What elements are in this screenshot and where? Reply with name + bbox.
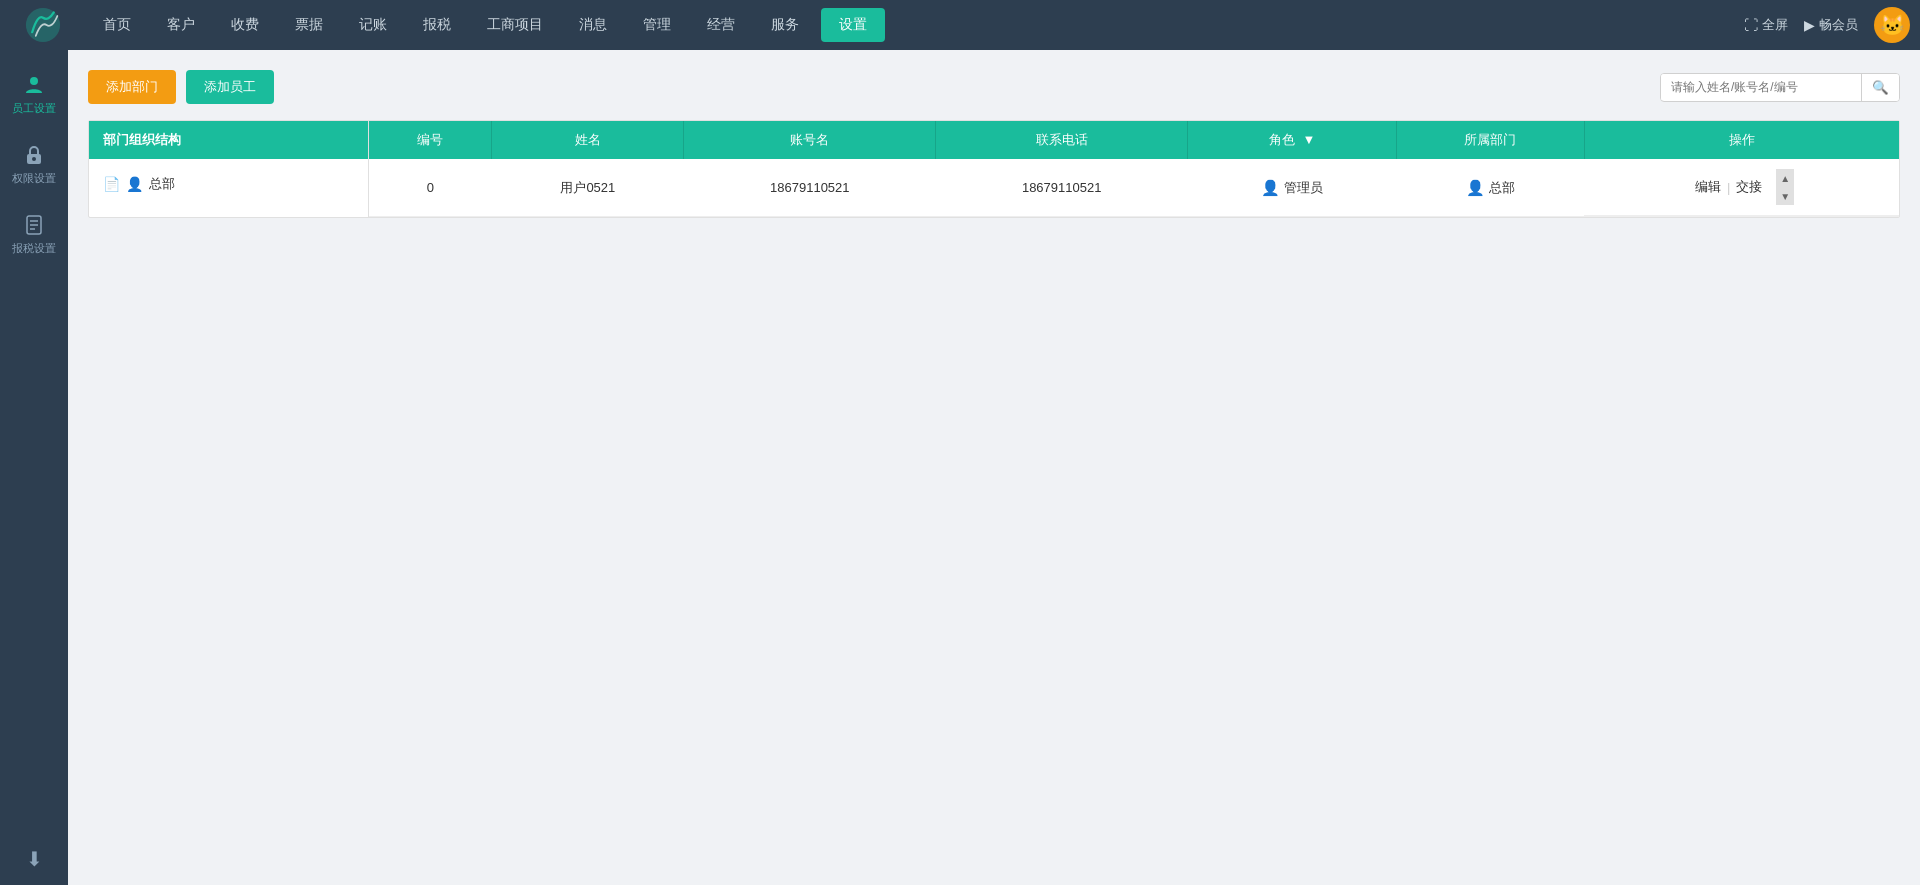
nav-fees[interactable]: 收费 <box>213 0 277 50</box>
nav-operation[interactable]: 经营 <box>689 0 753 50</box>
scroll-up-btn[interactable]: ▲ <box>1776 169 1794 187</box>
nav-accounting[interactable]: 记账 <box>341 0 405 50</box>
report-icon <box>23 214 45 236</box>
avatar[interactable]: 🐱 <box>1874 7 1910 43</box>
scroll-arrows: ▲ ▼ <box>1776 169 1794 205</box>
sidebar-item-taxsettings[interactable]: 报税设置 <box>0 200 68 270</box>
col-header-name: 姓名 <box>492 121 684 159</box>
dept-tree: 部门组织结构 📄 👤 总部 <box>89 121 369 217</box>
sidebar-item-employee[interactable]: 员工设置 <box>0 60 68 130</box>
transfer-link[interactable]: 交接 <box>1736 178 1762 196</box>
search-button[interactable]: 🔍 <box>1861 74 1899 101</box>
nav-tax[interactable]: 报税 <box>405 0 469 50</box>
table-row: 0 用户0521 18679110521 18679110521 👤 管理员 👤… <box>369 159 1899 217</box>
nav-service[interactable]: 服务 <box>753 0 817 50</box>
toolbar: 添加部门 添加员工 🔍 <box>88 70 1900 104</box>
member-btn[interactable]: ▶ 畅会员 <box>1804 16 1858 34</box>
nav-message[interactable]: 消息 <box>561 0 625 50</box>
dept-tree-item-root[interactable]: 📄 👤 总部 <box>99 169 358 199</box>
sidebar-item-permissions[interactable]: 权限设置 <box>0 130 68 200</box>
sidebar-item-employee-label: 员工设置 <box>12 101 56 116</box>
sidebar-bottom: ⬇ <box>0 833 68 885</box>
nav-invoices[interactable]: 票据 <box>277 0 341 50</box>
cell-id: 0 <box>369 159 492 217</box>
dept-root-label: 总部 <box>149 175 175 193</box>
col-header-phone: 联系电话 <box>936 121 1188 159</box>
nav-customer[interactable]: 客户 <box>149 0 213 50</box>
cell-name: 用户0521 <box>492 159 684 217</box>
search-box: 🔍 <box>1660 73 1900 102</box>
search-input[interactable] <box>1661 74 1861 100</box>
cell-dept: 👤 总部 <box>1397 159 1584 217</box>
sidebar-item-permissions-label: 权限设置 <box>12 171 56 186</box>
main-content: 添加部门 添加员工 🔍 部门组织结构 📄 👤 总部 <box>68 50 1920 885</box>
member-label: 畅会员 <box>1819 16 1858 34</box>
person-icon <box>23 74 45 96</box>
edit-link[interactable]: 编辑 <box>1695 178 1721 196</box>
cell-actions: 编辑 | 交接 ▲ ▼ <box>1584 159 1899 216</box>
nav-right: ⛶ 全屏 ▶ 畅会员 🐱 <box>1744 7 1910 43</box>
nav-business[interactable]: 工商项目 <box>469 0 561 50</box>
cell-account: 18679110521 <box>684 159 936 217</box>
nav-home[interactable]: 首页 <box>85 0 149 50</box>
file-icon: 📄 <box>103 176 120 192</box>
col-header-dept: 所属部门 <box>1397 121 1584 159</box>
fullscreen-icon: ⛶ <box>1744 17 1758 33</box>
col-header-role: 角色 ▼ <box>1188 121 1397 159</box>
nav-items: 首页 客户 收费 票据 记账 报税 工商项目 消息 管理 经营 服务 设置 <box>85 0 1744 50</box>
emp-data-table: 编号 姓名 账号名 联系电话 角色 ▼ 所属部门 操作 <box>369 121 1899 217</box>
dept-person-icon: 👤 <box>1466 179 1485 197</box>
layout: 员工设置 权限设置 报税设置 <box>0 50 1920 885</box>
dept-tree-body: 📄 👤 总部 <box>89 159 368 209</box>
add-employee-button[interactable]: 添加员工 <box>186 70 274 104</box>
dept-label: 总部 <box>1489 179 1515 197</box>
fullscreen-label: 全屏 <box>1762 16 1788 34</box>
sidebar-item-taxsettings-label: 报税设置 <box>12 241 56 256</box>
role-label: 管理员 <box>1284 179 1323 197</box>
dept-tree-header: 部门组织结构 <box>89 121 368 159</box>
sidebar: 员工设置 权限设置 报税设置 <box>0 50 68 885</box>
scroll-down-btn[interactable]: ▼ <box>1776 187 1794 205</box>
svg-point-1 <box>30 77 38 85</box>
top-nav: 首页 客户 收费 票据 记账 报税 工商项目 消息 管理 经营 服务 设置 ⛶ … <box>0 0 1920 50</box>
svg-point-3 <box>32 157 36 161</box>
add-dept-button[interactable]: 添加部门 <box>88 70 176 104</box>
cell-phone: 18679110521 <box>936 159 1188 217</box>
employee-table: 编号 姓名 账号名 联系电话 角色 ▼ 所属部门 操作 <box>369 121 1899 217</box>
fullscreen-btn[interactable]: ⛶ 全屏 <box>1744 16 1788 34</box>
col-header-id: 编号 <box>369 121 492 159</box>
download-icon[interactable]: ⬇ <box>26 847 43 871</box>
person-icon-yellow: 👤 <box>126 176 143 192</box>
search-icon: 🔍 <box>1872 80 1889 95</box>
col-header-action: 操作 <box>1584 121 1899 159</box>
lock-icon <box>23 144 45 166</box>
play-icon: ▶ <box>1804 17 1815 33</box>
role-person-icon: 👤 <box>1261 179 1280 197</box>
content-area: 部门组织结构 📄 👤 总部 编号 姓名 账号名 <box>88 120 1900 218</box>
cell-role: 👤 管理员 <box>1188 159 1397 217</box>
col-header-account: 账号名 <box>684 121 936 159</box>
filter-icon[interactable]: ▼ <box>1303 132 1316 147</box>
nav-manage[interactable]: 管理 <box>625 0 689 50</box>
nav-settings[interactable]: 设置 <box>821 8 885 42</box>
table-header-row: 编号 姓名 账号名 联系电话 角色 ▼ 所属部门 操作 <box>369 121 1899 159</box>
logo <box>10 7 75 43</box>
